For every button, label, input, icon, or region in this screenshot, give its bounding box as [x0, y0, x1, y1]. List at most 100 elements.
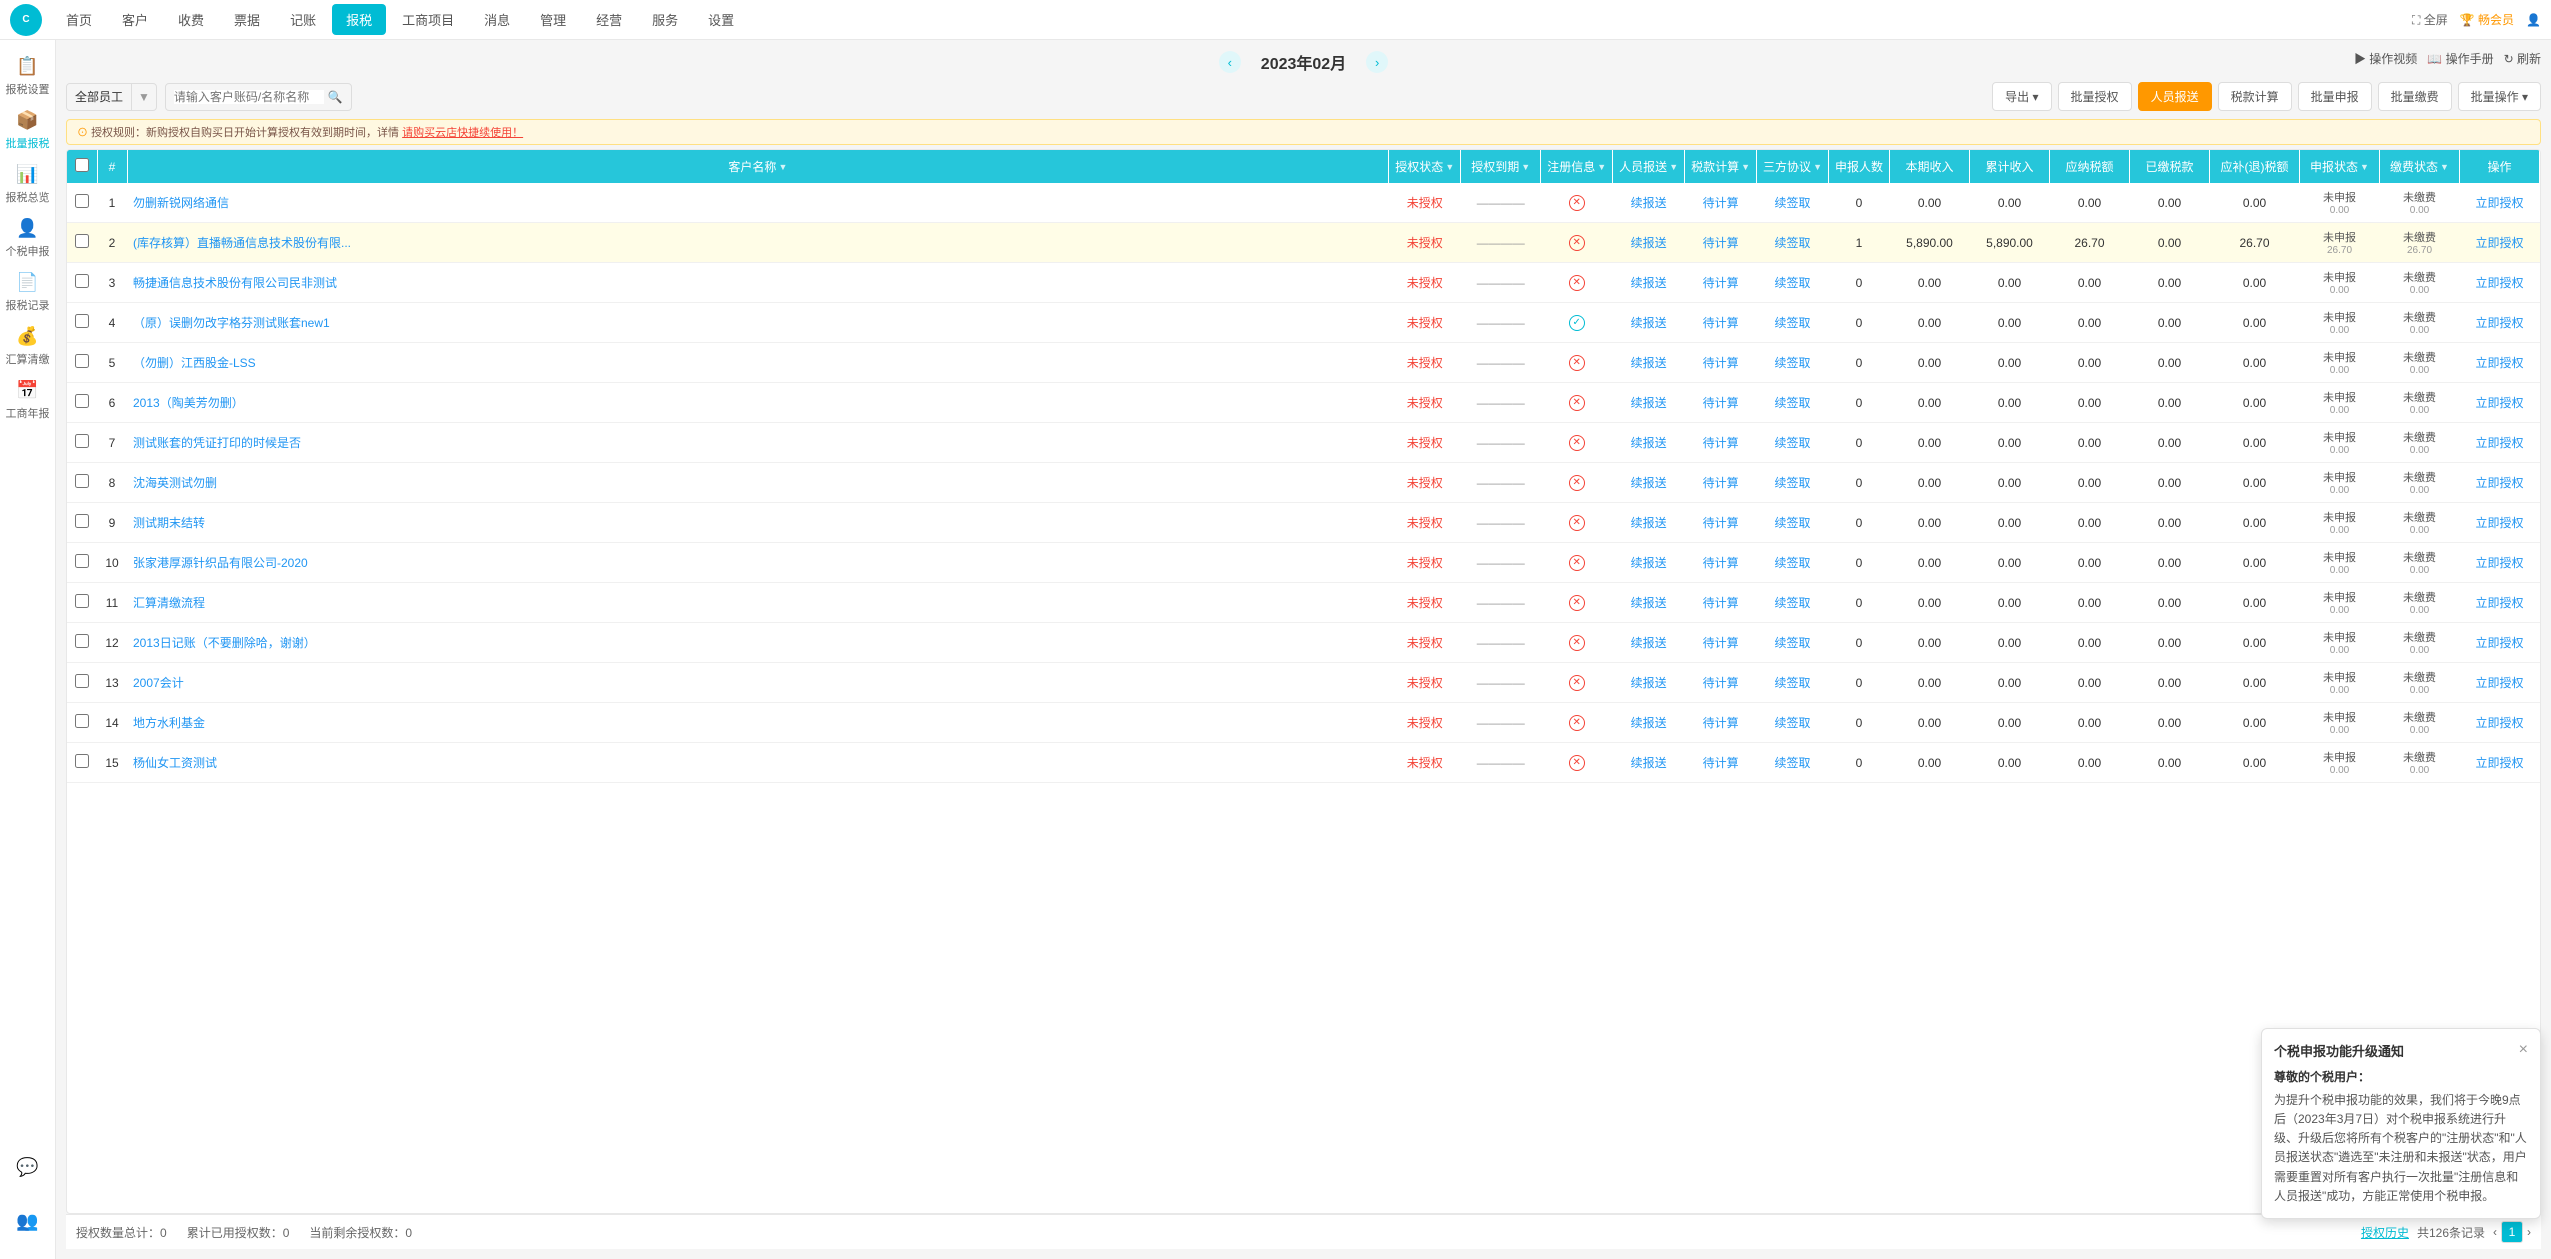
name-filter-icon[interactable]: ▼ — [778, 162, 787, 172]
row-tax-calc-cell[interactable]: 待计算 — [1685, 463, 1757, 503]
row-checkbox[interactable] — [75, 594, 89, 608]
row-action-cell[interactable]: 立即授权 — [2460, 623, 2540, 663]
prev-page-btn[interactable]: ‹ — [2493, 1225, 2497, 1239]
action-link[interactable]: 立即授权 — [2475, 356, 2523, 370]
row-checkbox[interactable] — [75, 234, 89, 248]
employee-select[interactable]: 全部员工 ▼ — [66, 83, 157, 111]
person-report-link[interactable]: 续报送 — [1631, 276, 1667, 290]
row-checkbox[interactable] — [75, 354, 89, 368]
person-report-link[interactable]: 续报送 — [1631, 636, 1667, 650]
action-link[interactable]: 立即授权 — [2475, 516, 2523, 530]
tax-calc-link[interactable]: 待计算 — [1703, 236, 1739, 250]
nav-fee[interactable]: 收费 — [164, 4, 218, 35]
row-tri-cell[interactable]: 续签取 — [1757, 503, 1829, 543]
row-action-cell[interactable]: 立即授权 — [2460, 463, 2540, 503]
row-tri-cell[interactable]: 续签取 — [1757, 463, 1829, 503]
action-link[interactable]: 立即授权 — [2475, 196, 2523, 210]
page-number[interactable]: 1 — [2501, 1221, 2523, 1243]
batch-ops-button[interactable]: 批量操作 ▾ — [2458, 82, 2541, 111]
row-checkbox[interactable] — [75, 634, 89, 648]
nav-accounting[interactable]: 记账 — [276, 4, 330, 35]
tax-calc-link[interactable]: 待计算 — [1703, 556, 1739, 570]
person-report-link[interactable]: 续报送 — [1631, 436, 1667, 450]
row-action-cell[interactable]: 立即授权 — [2460, 383, 2540, 423]
action-link[interactable]: 立即授权 — [2475, 396, 2523, 410]
row-person-report-cell[interactable]: 续报送 — [1613, 343, 1685, 383]
person-report-link[interactable]: 续报送 — [1631, 196, 1667, 210]
sidebar-item-tax-overview[interactable]: 📊 报税总览 — [3, 158, 53, 210]
person-report-link[interactable]: 续报送 — [1631, 516, 1667, 530]
nav-message[interactable]: 消息 — [470, 4, 524, 35]
row-checkbox[interactable] — [75, 674, 89, 688]
tri-link[interactable]: 续签取 — [1775, 396, 1811, 410]
next-page-btn[interactable]: › — [2527, 1225, 2531, 1239]
person-report-link[interactable]: 续报送 — [1631, 756, 1667, 770]
tax-calc-link[interactable]: 待计算 — [1703, 396, 1739, 410]
row-action-cell[interactable]: 立即授权 — [2460, 503, 2540, 543]
row-checkbox[interactable] — [75, 434, 89, 448]
tax-calc-link[interactable]: 待计算 — [1703, 276, 1739, 290]
row-person-report-cell[interactable]: 续报送 — [1613, 543, 1685, 583]
row-checkbox[interactable] — [75, 514, 89, 528]
row-person-report-cell[interactable]: 续报送 — [1613, 743, 1685, 783]
row-action-cell[interactable]: 立即授权 — [2460, 703, 2540, 743]
nav-home[interactable]: 首页 — [52, 4, 106, 35]
row-checkbox[interactable] — [75, 754, 89, 768]
row-action-cell[interactable]: 立即授权 — [2460, 663, 2540, 703]
report-status-filter-icon[interactable]: ▼ — [2360, 162, 2369, 172]
row-checkbox[interactable] — [75, 474, 89, 488]
tax-calc-link[interactable]: 待计算 — [1703, 316, 1739, 330]
batch-auth-button[interactable]: 批量授权 — [2058, 82, 2132, 111]
row-person-report-cell[interactable]: 续报送 — [1613, 223, 1685, 263]
row-tri-cell[interactable]: 续签取 — [1757, 303, 1829, 343]
tri-link[interactable]: 续签取 — [1775, 676, 1811, 690]
tax-calc-link[interactable]: 待计算 — [1703, 636, 1739, 650]
row-action-cell[interactable]: 立即授权 — [2460, 743, 2540, 783]
batch-pay-button[interactable]: 批量缴费 — [2378, 82, 2452, 111]
nav-customer[interactable]: 客户 — [108, 4, 162, 35]
row-tri-cell[interactable]: 续签取 — [1757, 743, 1829, 783]
tax-calc-link[interactable]: 待计算 — [1703, 756, 1739, 770]
tri-link[interactable]: 续签取 — [1775, 196, 1811, 210]
tip-link[interactable]: 请购买云店快捷续使用！ — [402, 127, 523, 139]
tri-filter-icon[interactable]: ▼ — [1813, 162, 1822, 172]
tax-calc-link[interactable]: 待计算 — [1703, 676, 1739, 690]
row-action-cell[interactable]: 立即授权 — [2460, 183, 2540, 223]
action-link[interactable]: 立即授权 — [2475, 636, 2523, 650]
row-action-cell[interactable]: 立即授权 — [2460, 423, 2540, 463]
action-link[interactable]: 立即授权 — [2475, 556, 2523, 570]
row-tri-cell[interactable]: 续签取 — [1757, 183, 1829, 223]
row-person-report-cell[interactable]: 续报送 — [1613, 703, 1685, 743]
row-person-report-cell[interactable]: 续报送 — [1613, 383, 1685, 423]
row-tri-cell[interactable]: 续签取 — [1757, 263, 1829, 303]
export-button[interactable]: 导出 ▾ — [1992, 82, 2051, 111]
operation-video-link[interactable]: ▶ 操作视频 — [2354, 50, 2417, 67]
tax-calc-link[interactable]: 待计算 — [1703, 516, 1739, 530]
batch-report-button[interactable]: 批量申报 — [2298, 82, 2372, 111]
sidebar-item-contacts[interactable]: 👥 — [3, 1195, 53, 1247]
row-tax-calc-cell[interactable]: 待计算 — [1685, 663, 1757, 703]
action-link[interactable]: 立即授权 — [2475, 436, 2523, 450]
prev-month-button[interactable]: ‹ — [1219, 51, 1241, 73]
nav-tax[interactable]: 报税 — [332, 4, 386, 35]
nav-business[interactable]: 工商项目 — [388, 4, 468, 35]
action-link[interactable]: 立即授权 — [2475, 716, 2523, 730]
tri-link[interactable]: 续签取 — [1775, 516, 1811, 530]
pay-status-filter-icon[interactable]: ▼ — [2440, 162, 2449, 172]
nav-settings[interactable]: 设置 — [694, 4, 748, 35]
row-person-report-cell[interactable]: 续报送 — [1613, 463, 1685, 503]
tri-link[interactable]: 续签取 — [1775, 276, 1811, 290]
row-tax-calc-cell[interactable]: 待计算 — [1685, 423, 1757, 463]
auth-expire-filter-icon[interactable]: ▼ — [1521, 162, 1530, 172]
row-checkbox[interactable] — [75, 554, 89, 568]
sidebar-item-personal-tax[interactable]: 👤 个税申报 — [3, 212, 53, 264]
row-action-cell[interactable]: 立即授权 — [2460, 543, 2540, 583]
person-report-link[interactable]: 续报送 — [1631, 356, 1667, 370]
row-tri-cell[interactable]: 续签取 — [1757, 583, 1829, 623]
row-action-cell[interactable]: 立即授权 — [2460, 303, 2540, 343]
row-checkbox[interactable] — [75, 194, 89, 208]
tax-calc-button[interactable]: 税款计算 — [2218, 82, 2292, 111]
row-tax-calc-cell[interactable]: 待计算 — [1685, 383, 1757, 423]
row-person-report-cell[interactable]: 续报送 — [1613, 423, 1685, 463]
tri-link[interactable]: 续签取 — [1775, 436, 1811, 450]
